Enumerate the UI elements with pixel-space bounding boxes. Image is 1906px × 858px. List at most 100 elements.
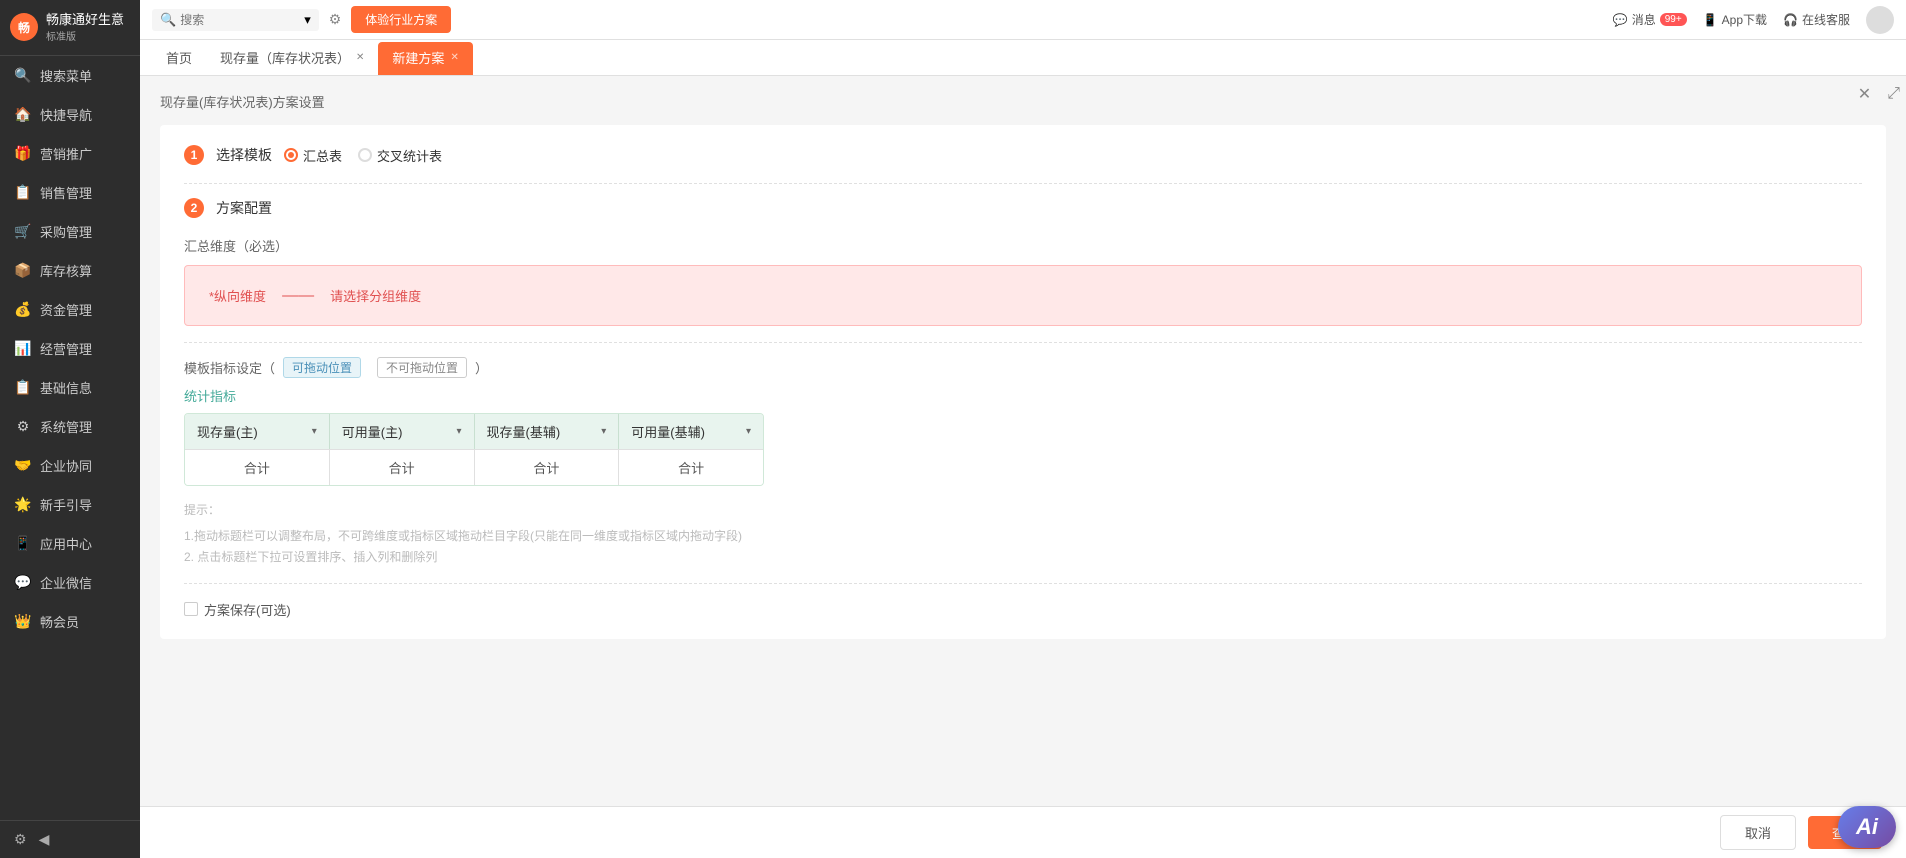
tab-home[interactable]: 首页 [152, 42, 206, 75]
sidebar-label-management: 经营管理 [40, 339, 92, 358]
sidebar-item-newbie[interactable]: 🌟 新手引导 [0, 485, 140, 524]
tab-new-plan[interactable]: 新建方案 ✕ [378, 42, 472, 75]
no-drag-badge: 不可拖动位置 [377, 357, 467, 378]
sidebar-app-info: 畅康通好生意 标准版 [46, 12, 124, 43]
stats-table-row: 合计合计合计合计 [185, 449, 763, 485]
cancel-button[interactable]: 取消 [1720, 815, 1796, 850]
radio-cross-dot [358, 148, 372, 162]
sidebar-icon-purchase: 🛒 [14, 223, 32, 240]
action-bar: 取消 查询 [140, 806, 1906, 858]
tab-new-plan-close[interactable]: ✕ [450, 52, 458, 63]
sidebar-item-enterprise[interactable]: 🤝 企业协同 [0, 446, 140, 485]
stats-header-chevron-2[interactable]: ▾ [601, 426, 606, 437]
stats-header-cell-3[interactable]: 可用量(基辅) ▾ [619, 414, 763, 449]
sidebar-icon-inventory: 📦 [14, 262, 32, 279]
messages-badge: 99+ [1660, 13, 1687, 26]
sidebar-item-wechat[interactable]: 💬 企业微信 [0, 563, 140, 602]
radio-summary-label: 汇总表 [303, 146, 342, 165]
settings-card: 1 选择模板 汇总表 交叉统计表 2 方案配置 [160, 125, 1886, 639]
sidebar-icon-management: 📊 [14, 340, 32, 357]
radio-summary[interactable]: 汇总表 [284, 146, 342, 165]
sidebar-item-quick-nav[interactable]: 🏠 快捷导航 [0, 95, 140, 134]
stats-header-cell-0[interactable]: 现存量(主) ▾ [185, 414, 330, 449]
stats-table: 现存量(主) ▾可用量(主) ▾现存量(基辅) ▾可用量(基辅) ▾ 合计合计合… [184, 413, 764, 486]
tab-inventory[interactable]: 现存量（库存状况表） ✕ [206, 42, 378, 75]
online-service-btn[interactable]: 🎧 在线客服 [1783, 11, 1850, 28]
indicator-label-close: ） [475, 358, 488, 377]
sidebar-label-inventory: 库存核算 [40, 261, 92, 280]
dimension-section-label: 汇总维度（必选） [184, 236, 1862, 255]
sidebar-item-purchase[interactable]: 🛒 采购管理 [0, 212, 140, 251]
save-plan-checkbox[interactable] [184, 602, 198, 616]
sidebar-item-finance[interactable]: 💰 资金管理 [0, 290, 140, 329]
dimension-placeholder: 请选择分组维度 [330, 286, 421, 305]
radio-cross[interactable]: 交叉统计表 [358, 146, 442, 165]
sidebar-label-marketing: 营销推广 [40, 144, 92, 163]
sidebar-label-enterprise: 企业协同 [40, 456, 92, 475]
tips-label: 提示： [184, 500, 1862, 522]
tab-inventory-close[interactable]: ✕ [356, 52, 364, 63]
sidebar-label-vip: 畅会员 [40, 612, 79, 631]
settings-icon[interactable]: ⚙ [14, 831, 27, 848]
sidebar-icon-wechat: 💬 [14, 574, 32, 591]
stats-header-cell-1[interactable]: 可用量(主) ▾ [330, 414, 475, 449]
corner-buttons: ✕ ⤢ [1852, 82, 1906, 106]
sidebar-icon-marketing: 🎁 [14, 145, 32, 162]
app-download-btn[interactable]: 📱 App下载 [1703, 11, 1767, 28]
sidebar-icon-quick-nav: 🏠 [14, 106, 32, 123]
save-plan-row: 方案保存(可选) [184, 600, 1862, 619]
indicator-settings-section: 模板指标设定（ 可拖动位置 不可拖动位置 ） 统计指标 现存量(主) ▾可用量(… [184, 357, 1862, 486]
search-input[interactable] [180, 13, 300, 27]
divider-1 [184, 183, 1862, 184]
indicator-settings-label: 模板指标设定（ 可拖动位置 不可拖动位置 ） [184, 357, 1862, 378]
messages-label: 消息 [1632, 11, 1656, 28]
dimension-box[interactable]: *纵向维度 —— 请选择分组维度 [184, 265, 1862, 326]
sidebar-item-system[interactable]: ⚙ 系统管理 [0, 407, 140, 446]
step2-row: 2 方案配置 [184, 198, 1862, 218]
sidebar-item-basic-info[interactable]: 📋 基础信息 [0, 368, 140, 407]
search-box[interactable]: 🔍 ▾ [152, 9, 319, 31]
service-icon: 🎧 [1783, 13, 1798, 27]
tab-bar: 首页 现存量（库存状况表） ✕ 新建方案 ✕ [140, 40, 1906, 76]
sidebar-item-sales[interactable]: 📋 销售管理 [0, 173, 140, 212]
sidebar-icon-sales: 📋 [14, 184, 32, 201]
stats-row-cell-1: 合计 [330, 449, 475, 485]
experience-btn[interactable]: 体验行业方案 [351, 6, 451, 33]
sidebar-item-inventory[interactable]: 📦 库存核算 [0, 251, 140, 290]
dimension-arrow: —— [282, 287, 314, 305]
tab-inventory-label: 现存量（库存状况表） [220, 48, 350, 67]
sidebar-icon-enterprise: 🤝 [14, 457, 32, 474]
avatar[interactable] [1866, 6, 1894, 34]
stats-row-cell-2: 合计 [475, 449, 620, 485]
step1-label: 选择模板 [216, 145, 272, 165]
radio-summary-dot [284, 148, 298, 162]
expand-panel-btn[interactable]: ⤢ [1881, 82, 1906, 106]
messages-btn[interactable]: 💬 消息 99+ [1613, 11, 1687, 28]
sidebar-item-management[interactable]: 📊 经营管理 [0, 329, 140, 368]
sidebar-logo: 畅 [10, 13, 38, 41]
stats-header-chevron-1[interactable]: ▾ [456, 426, 461, 437]
collapse-icon[interactable]: ◀ [39, 831, 50, 848]
stats-header-label-0: 现存量(主) [197, 422, 258, 441]
tip-2: 2. 点击标题栏下拉可设置排序、插入列和删除列 [184, 547, 1862, 569]
stats-header-chevron-3[interactable]: ▾ [746, 426, 751, 437]
sidebar-item-search-menu[interactable]: 🔍 搜索菜单 [0, 56, 140, 95]
sidebar-item-app-center[interactable]: 📱 应用中心 [0, 524, 140, 563]
tab-new-plan-label: 新建方案 [392, 48, 444, 67]
sidebar-label-wechat: 企业微信 [40, 573, 92, 592]
sidebar-nav: 🔍 搜索菜单🏠 快捷导航🎁 营销推广📋 销售管理🛒 采购管理📦 库存核算💰 资金… [0, 56, 140, 820]
app-download-label: App下载 [1722, 11, 1767, 28]
tab-home-label: 首页 [166, 48, 192, 67]
ai-badge[interactable]: Ai [1838, 806, 1896, 848]
sidebar-item-vip[interactable]: 👑 畅会员 [0, 602, 140, 641]
stats-header-cell-2[interactable]: 现存量(基辅) ▾ [475, 414, 620, 449]
topbar-gear-icon[interactable]: ⚙ [329, 11, 342, 28]
radio-cross-label: 交叉统计表 [377, 146, 442, 165]
stats-header-chevron-0[interactable]: ▾ [312, 426, 317, 437]
search-dropdown-icon[interactable]: ▾ [304, 12, 311, 28]
sidebar-label-quick-nav: 快捷导航 [40, 105, 92, 124]
stats-table-header: 现存量(主) ▾可用量(主) ▾现存量(基辅) ▾可用量(基辅) ▾ [185, 414, 763, 449]
tips-section: 提示： 1.拖动标题栏可以调整布局，不可跨维度或指标区域拖动栏目字段(只能在同一… [184, 500, 1862, 569]
close-panel-btn[interactable]: ✕ [1852, 82, 1877, 106]
sidebar-item-marketing[interactable]: 🎁 营销推广 [0, 134, 140, 173]
